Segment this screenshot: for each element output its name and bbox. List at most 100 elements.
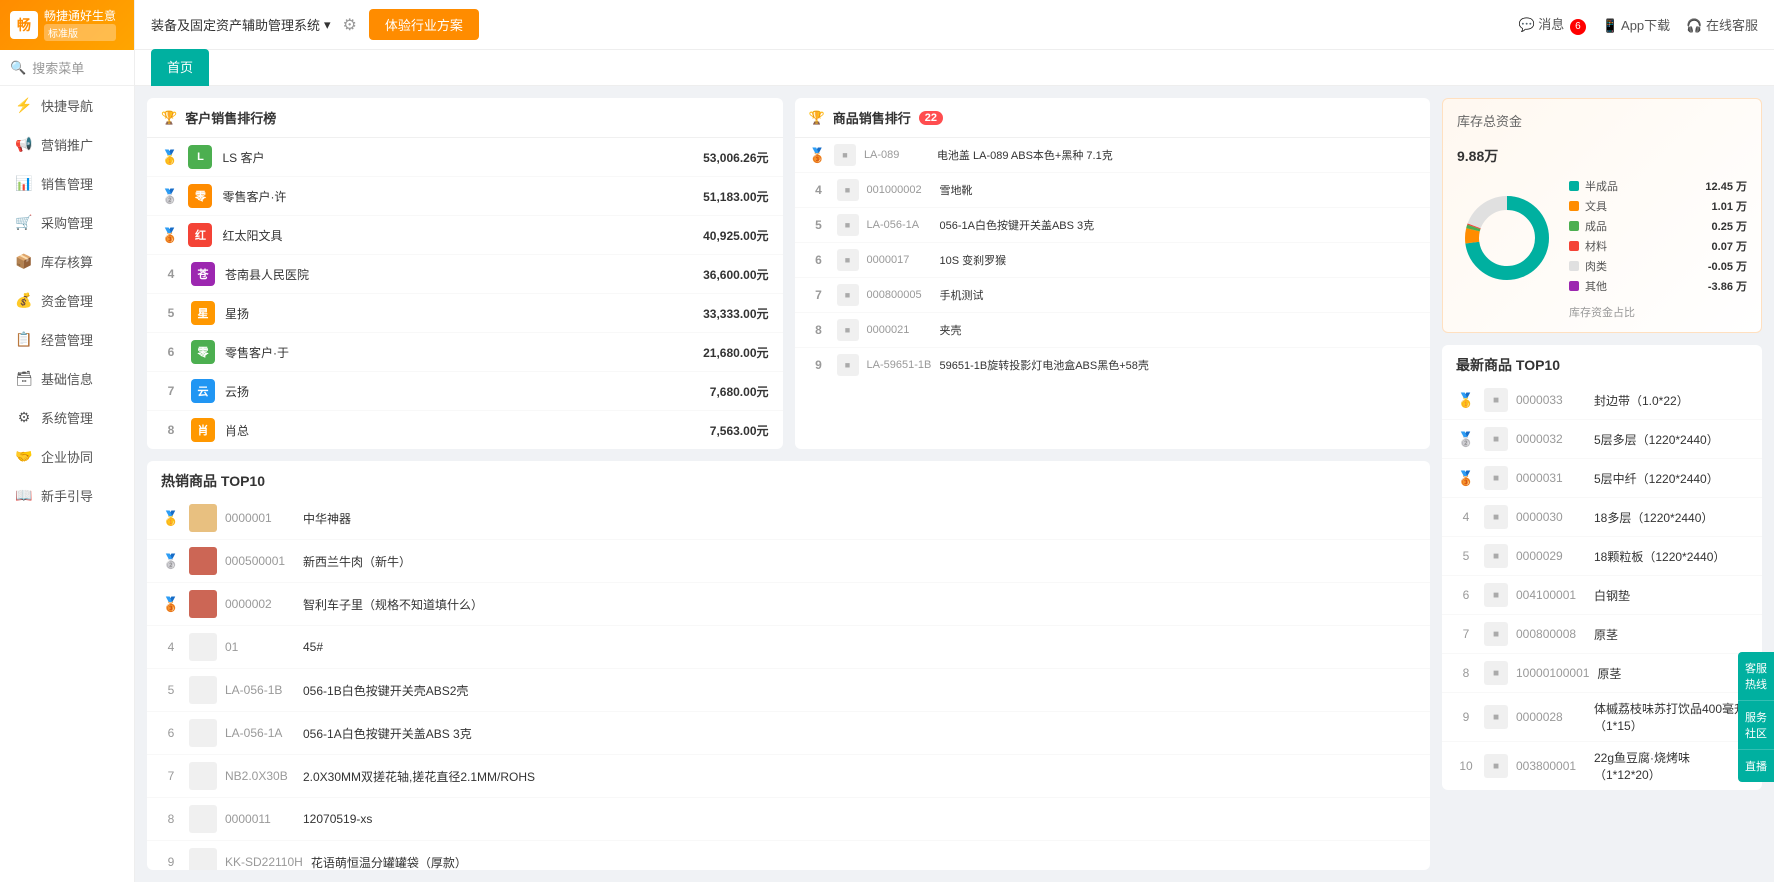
list-item: 10 ■ 003800001 22g鱼豆腐·烧烤味（1*12*20） bbox=[1442, 742, 1762, 790]
sales-icon: 📊 bbox=[15, 175, 33, 193]
sidebar-item-marketing[interactable]: 📢 营销推广 bbox=[0, 125, 134, 164]
list-item: 7 NB2.0X30B 2.0X30MM双搓花轴,搓花直径2.1MM/ROHS bbox=[147, 755, 1430, 798]
list-item: 0000002 智利车子里（规格不知道填什么） bbox=[147, 583, 1430, 626]
product-thumbnail bbox=[189, 805, 217, 833]
customer-name: 苍南县人民医院 bbox=[225, 266, 693, 283]
message-area[interactable]: 💬 消息 6 bbox=[1518, 14, 1585, 35]
list-item: 000500001 新西兰牛肉（新牛） bbox=[147, 540, 1430, 583]
legend-color bbox=[1569, 201, 1579, 211]
sidebar-item-quick[interactable]: ⚡ 快捷导航 bbox=[0, 86, 134, 125]
headset-icon: 🎧 bbox=[1686, 18, 1702, 33]
product-img: ■ bbox=[1484, 583, 1508, 607]
float-btn-live[interactable]: 直播 bbox=[1738, 750, 1774, 782]
product-name: 22g鱼豆腐·烧烤味（1*12*20） bbox=[1594, 749, 1748, 783]
app-label: App下载 bbox=[1621, 18, 1670, 33]
product-name: 手机测试 bbox=[940, 287, 1417, 303]
settings-icon[interactable]: ⚙ bbox=[343, 15, 357, 35]
rank-number: 10 bbox=[1456, 759, 1476, 773]
sidebar-item-label: 基础信息 bbox=[41, 369, 93, 388]
right-col: 库存总资金 9.88万 bbox=[1442, 98, 1762, 870]
brand-icon: 畅 bbox=[10, 11, 38, 39]
brand-name: 畅捷通好生意 bbox=[44, 9, 116, 25]
main-wrap: 装备及固定资产辅助管理系统 ▾ ⚙ 体验行业方案 💬 消息 6 📱 App下载 … bbox=[135, 0, 1774, 882]
online-service[interactable]: 🎧 在线客服 bbox=[1686, 15, 1758, 34]
legend-label: 成品 bbox=[1585, 218, 1691, 234]
legend-value: 1.01 万 bbox=[1697, 198, 1747, 214]
sidebar-item-collab[interactable]: 🤝 企业协同 bbox=[0, 437, 134, 476]
app-download[interactable]: 📱 App下载 bbox=[1602, 15, 1670, 34]
donut-chart-area: 半成品 12.45 万 文具 1.01 万 成品 0.25 万 bbox=[1457, 178, 1747, 298]
float-btn-community[interactable]: 服务社区 bbox=[1738, 701, 1774, 750]
product-img: ■ bbox=[1484, 388, 1508, 412]
product-name: 5层中纤（1220*2440） bbox=[1594, 470, 1748, 487]
newest-products-table: ■ 0000033 封边带（1.0*22） ■ 0000032 5层多层（122… bbox=[1442, 381, 1762, 790]
list-item: ■ 0000033 封边带（1.0*22） bbox=[1442, 381, 1762, 420]
product-code: NB2.0X30B bbox=[225, 769, 295, 783]
float-buttons: 客服热线 服务社区 直播 bbox=[1738, 652, 1774, 782]
hot-products-card: 热销商品 TOP10 0000001 中华神器 000500001 新西兰牛肉（… bbox=[147, 461, 1430, 870]
sidebar-item-guide[interactable]: 📖 新手引导 bbox=[0, 476, 134, 515]
rank-number: 8 bbox=[809, 323, 829, 337]
table-row: 6 ■ 0000017 10S 变刹罗猴 bbox=[795, 243, 1431, 278]
product-thumbnail bbox=[189, 762, 217, 790]
table-row: ■ LA-089 电池盖 LA-089 ABS本色+黑种 7.1克 bbox=[795, 138, 1431, 173]
product-name: 056-1A白色按键开关盖ABS 3克 bbox=[940, 217, 1417, 233]
inventory-sub-label: 库存资金占比 bbox=[1457, 304, 1747, 320]
legend-value: 0.25 万 bbox=[1697, 218, 1747, 234]
product-code: LA-59651-1B bbox=[867, 359, 932, 371]
donut-chart bbox=[1457, 188, 1557, 288]
rank-number: 9 bbox=[161, 855, 181, 869]
legend-color bbox=[1569, 221, 1579, 231]
tab-home[interactable]: 首页 bbox=[151, 49, 209, 86]
product-name: 056-1A白色按键开关盖ABS 3克 bbox=[303, 725, 1416, 742]
customer-name: 星扬 bbox=[225, 305, 693, 322]
list-item: 4 ■ 0000030 18多层（1220*2440） bbox=[1442, 498, 1762, 537]
sidebar-item-sales[interactable]: 📊 销售管理 bbox=[0, 164, 134, 203]
rank-number: 4 bbox=[161, 267, 181, 281]
customer-value: 36,600.00元 bbox=[703, 266, 768, 283]
sidebar-item-finance[interactable]: 💰 资金管理 bbox=[0, 281, 134, 320]
sidebar-item-purchase[interactable]: 🛒 采购管理 bbox=[0, 203, 134, 242]
sidebar-item-label: 企业协同 bbox=[41, 447, 93, 466]
product-code: 0000028 bbox=[1516, 710, 1586, 724]
table-row: 4 ■ 001000002 雪地靴 bbox=[795, 173, 1431, 208]
avatar: 苍 bbox=[191, 262, 215, 286]
table-row: 8 ■ 0000021 夹壳 bbox=[795, 313, 1431, 348]
avatar: 红 bbox=[188, 223, 212, 247]
product-img: ■ bbox=[837, 284, 859, 306]
product-code: 0000031 bbox=[1516, 471, 1586, 485]
sidebar-item-operations[interactable]: 📋 经营管理 bbox=[0, 320, 134, 359]
legend-row: 材料 0.07 万 bbox=[1569, 238, 1747, 254]
customer-ranking-card: 🏆 客户销售排行榜 L LS 客户 53,006.26元 bbox=[147, 98, 783, 449]
list-item: 7 ■ 000800008 原茎 bbox=[1442, 615, 1762, 654]
product-name: 原茎 bbox=[1594, 626, 1748, 643]
product-name: 2.0X30MM双搓花轴,搓花直径2.1MM/ROHS bbox=[303, 768, 1416, 785]
customer-name: 云扬 bbox=[225, 383, 700, 400]
product-name: 10S 变刹罗猴 bbox=[940, 252, 1417, 268]
product-code: 003800001 bbox=[1516, 759, 1586, 773]
rank-number: 6 bbox=[161, 726, 181, 740]
system-title-dropdown[interactable]: 装备及固定资产辅助管理系统 ▾ bbox=[151, 15, 331, 34]
list-item: 5 ■ 0000029 18颗粒板（1220*2440） bbox=[1442, 537, 1762, 576]
rank-number: 4 bbox=[1456, 510, 1476, 524]
newest-products-title: 最新商品 TOP10 bbox=[1442, 345, 1762, 381]
customer-name: LS 客户 bbox=[222, 149, 693, 166]
sidebar-item-inventory[interactable]: 📦 库存核算 bbox=[0, 242, 134, 281]
rank-medal bbox=[161, 510, 181, 527]
trophy-icon: 🏆 bbox=[161, 110, 177, 126]
topbar: 装备及固定资产辅助管理系统 ▾ ⚙ 体验行业方案 💬 消息 6 📱 App下载 … bbox=[135, 0, 1774, 50]
topbar-right: 💬 消息 6 📱 App下载 🎧 在线客服 bbox=[1518, 14, 1758, 35]
rank-number: 4 bbox=[809, 183, 829, 197]
sidebar-item-label: 营销推广 bbox=[41, 135, 93, 154]
rank-medal bbox=[1456, 431, 1476, 448]
newest-products-card: 最新商品 TOP10 ■ 0000033 封边带（1.0*22） ■ 00000… bbox=[1442, 345, 1762, 790]
avatar: L bbox=[188, 145, 212, 169]
product-name: 056-1B白色按键开关壳ABS2壳 bbox=[303, 682, 1416, 699]
avatar: 零 bbox=[191, 340, 215, 364]
trial-btn[interactable]: 体验行业方案 bbox=[369, 9, 479, 40]
sidebar-item-system[interactable]: ⚙ 系统管理 bbox=[0, 398, 134, 437]
sidebar-item-basic[interactable]: 🗃 基础信息 bbox=[0, 359, 134, 398]
hot-products-title: 热销商品 TOP10 bbox=[147, 461, 1430, 497]
search-menu[interactable]: 🔍 搜索菜单 bbox=[0, 50, 134, 86]
float-btn-service[interactable]: 客服热线 bbox=[1738, 652, 1774, 701]
